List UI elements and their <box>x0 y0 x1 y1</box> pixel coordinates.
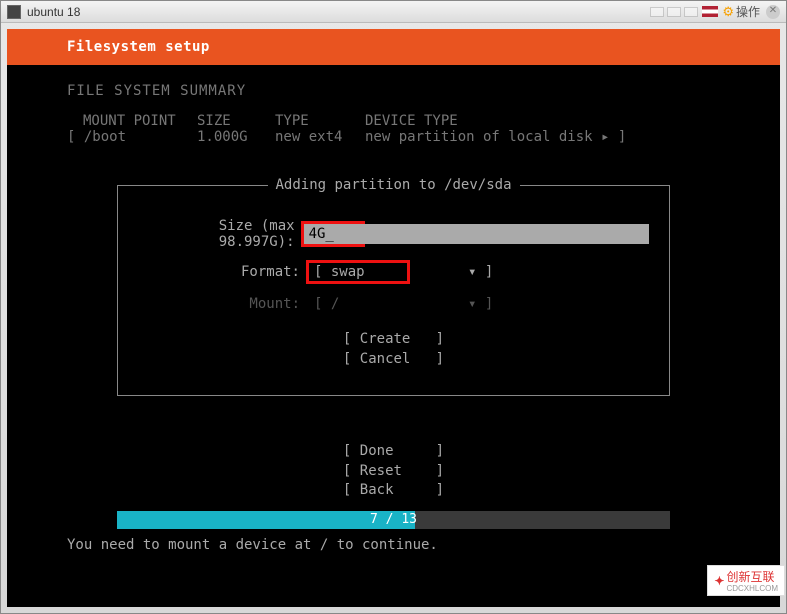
summary-header: MOUNT POINT SIZE TYPE DEVICE TYPE <box>67 113 720 129</box>
col-mount: MOUNT POINT <box>67 113 187 129</box>
flag-icon <box>702 6 718 17</box>
row-mount: [ /boot <box>67 129 187 145</box>
progress-bar: 7 / 13 <box>117 511 670 529</box>
size-input[interactable] <box>303 224 363 244</box>
row-type: new ext4 <box>275 129 355 145</box>
gear-icon[interactable]: ⚙ <box>722 4 734 20</box>
row-devtype: new partition of local disk ▸ ] <box>365 129 720 145</box>
size-row: Size (max 98.997G): <box>138 218 649 250</box>
hint-text: You need to mount a device at / to conti… <box>7 529 780 557</box>
watermark: ✦ 创新互联 CDCXHLCOM <box>707 565 785 596</box>
summary-title: FILE SYSTEM SUMMARY <box>67 83 720 99</box>
col-devtype: DEVICE TYPE <box>365 113 720 129</box>
mount-select: [ / <box>308 294 408 314</box>
col-type: TYPE <box>275 113 355 129</box>
reset-button[interactable]: [ Reset ] <box>343 463 444 479</box>
size-input-rest[interactable] <box>361 224 649 244</box>
close-icon[interactable]: ✕ <box>766 5 780 19</box>
dialog-buttons: [ Create ] [ Cancel ] <box>138 330 649 369</box>
format-label: Format: <box>138 264 308 280</box>
window-title: ubuntu 18 <box>27 5 80 19</box>
action-menu[interactable]: 操作 <box>736 3 760 20</box>
format-select[interactable]: [ swap <box>308 262 408 282</box>
footer-buttons: [ Done ] [ Reset ] [ Back ] <box>67 442 720 501</box>
table-row[interactable]: [ /boot 1.000G new ext4 new partition of… <box>67 129 720 145</box>
back-button[interactable]: [ Back ] <box>343 482 444 498</box>
dialog-title: Adding partition to /dev/sda <box>267 177 519 193</box>
mount-row: Mount: [ / ▾ ] <box>138 294 649 314</box>
partition-dialog: Adding partition to /dev/sda Size (max 9… <box>117 185 670 396</box>
page-header: Filesystem setup <box>7 29 780 65</box>
titlebar: ubuntu 18 ⚙ 操作 ✕ <box>1 1 786 23</box>
watermark-main: 创新互联 <box>726 570 774 584</box>
done-button[interactable]: [ Done ] <box>343 443 444 459</box>
content: FILE SYSTEM SUMMARY MOUNT POINT SIZE TYP… <box>7 65 780 505</box>
vm-icon <box>7 5 21 19</box>
win-btn-3[interactable] <box>684 7 698 17</box>
format-chevron[interactable]: ▾ ] <box>468 264 493 280</box>
mount-label: Mount: <box>138 296 308 312</box>
screen: Filesystem setup FILE SYSTEM SUMMARY MOU… <box>7 29 780 607</box>
create-button[interactable]: [ Create ] <box>343 331 444 347</box>
page-title: Filesystem setup <box>67 39 210 55</box>
win-btn-1[interactable] <box>650 7 664 17</box>
size-highlight <box>303 223 363 245</box>
size-label: Size (max 98.997G): <box>138 218 303 250</box>
row-size: 1.000G <box>197 129 265 145</box>
progress-label: 7 / 13 <box>370 512 417 527</box>
col-size: SIZE <box>197 113 265 129</box>
window-frame: ubuntu 18 ⚙ 操作 ✕ Filesystem setup FILE S… <box>0 0 787 614</box>
watermark-sub: CDCXHLCOM <box>726 585 778 593</box>
win-btn-2[interactable] <box>667 7 681 17</box>
cancel-button[interactable]: [ Cancel ] <box>343 351 444 367</box>
mount-chevron: ▾ ] <box>468 296 493 312</box>
format-row: Format: [ swap ▾ ] <box>138 262 649 282</box>
